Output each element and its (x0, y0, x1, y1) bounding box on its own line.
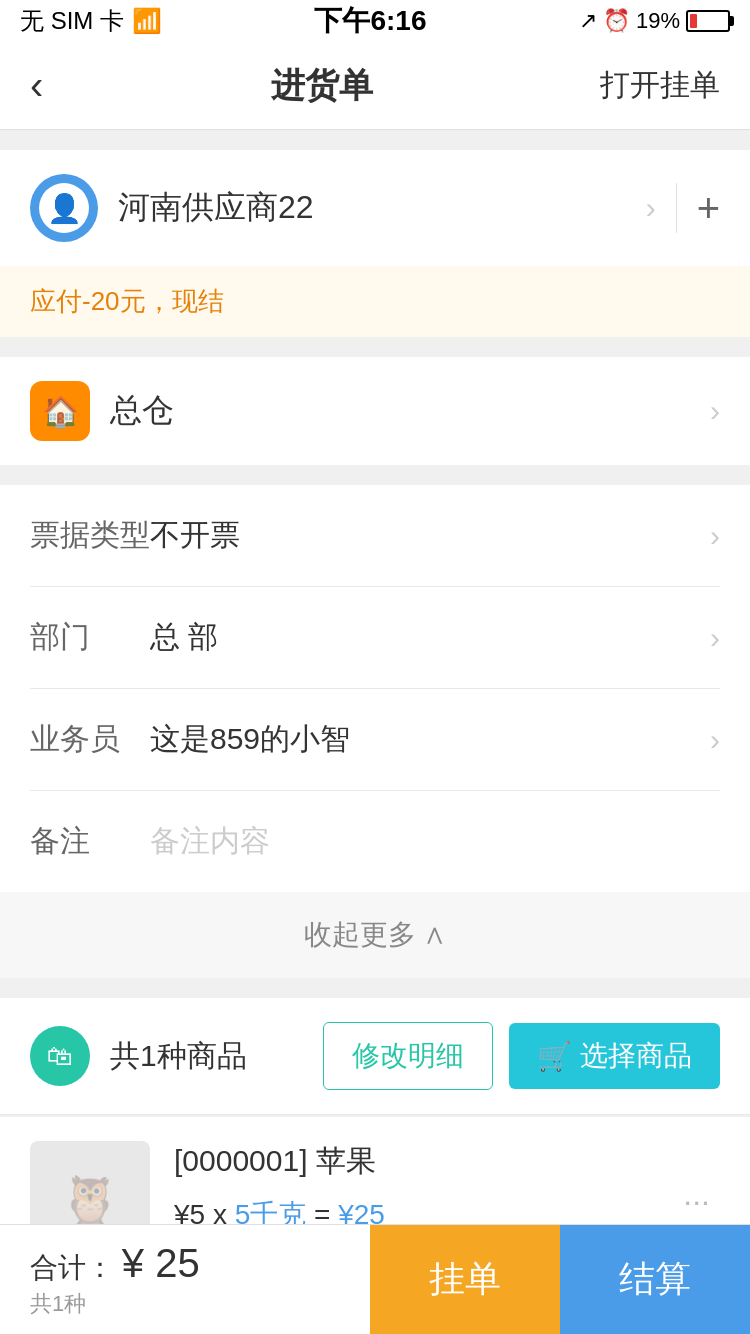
collapse-row[interactable]: 收起更多 ∧ (0, 892, 750, 978)
salesperson-value: 这是859的小智 (150, 719, 710, 760)
product-info: [0000001] 苹果 ¥5 x 5千克 = ¥25 (174, 1141, 673, 1234)
product-section-icon: 🛍 (30, 1026, 90, 1086)
department-chevron-icon: › (710, 621, 720, 655)
select-cart-icon: 🛒 (537, 1040, 572, 1073)
form-row-department[interactable]: 部门 总 部 › (0, 587, 750, 688)
cart-bag-icon: 🛍 (47, 1041, 73, 1072)
product-name: [0000001] 苹果 (174, 1141, 673, 1182)
warehouse-chevron-icon: › (710, 394, 720, 428)
total-amount: ¥ 25 (122, 1241, 200, 1285)
edit-detail-button[interactable]: 修改明细 (323, 1022, 493, 1090)
supplier-name: 河南供应商22 (118, 186, 646, 230)
avatar-icon: 👤 (47, 192, 82, 225)
salesperson-label: 业务员 (30, 719, 150, 760)
page-title: 进货单 (271, 63, 373, 109)
supplier-avatar: 👤 (30, 174, 98, 242)
battery-icon (686, 10, 730, 32)
open-hang-button[interactable]: 打开挂单 (600, 65, 720, 106)
total-section: 合计： ¥ 25 共1种 (0, 1225, 370, 1334)
total-label: 合计： (30, 1252, 114, 1283)
form-row-remark[interactable]: 备注 备注内容 (0, 791, 750, 892)
product-header: 🛍 共1种商品 修改明细 🛒 选择商品 (0, 998, 750, 1114)
checkout-button[interactable]: 结算 (560, 1225, 750, 1334)
back-button[interactable]: ‹ (30, 63, 43, 108)
supplier-chevron-icon: › (646, 191, 656, 225)
wifi-icon: 📶 (132, 7, 162, 35)
add-supplier-button[interactable]: + (697, 186, 720, 231)
salesperson-chevron-icon: › (710, 723, 720, 757)
time-label: 下午6:16 (314, 2, 426, 40)
department-label: 部门 (30, 617, 150, 658)
hang-order-button[interactable]: 挂单 (370, 1225, 560, 1334)
supplier-info-banner: 应付-20元，现结 (0, 266, 750, 337)
department-value: 总 部 (150, 617, 710, 658)
alarm-icon: ⏰ (603, 8, 630, 34)
invoice-label: 票据类型 (30, 515, 150, 556)
invoice-value: 不开票 (150, 515, 710, 556)
select-product-button[interactable]: 🛒 选择商品 (509, 1023, 720, 1089)
remark-label: 备注 (30, 821, 150, 862)
carrier-label: 无 SIM 卡 (20, 5, 124, 37)
warehouse-icon: 🏠 (30, 381, 90, 441)
vertical-divider (676, 183, 677, 233)
bottom-bar: 合计： ¥ 25 共1种 挂单 结算 (0, 1224, 750, 1334)
warehouse-row[interactable]: 🏠 总仓 › (0, 357, 750, 465)
status-bar: 无 SIM 卡 📶 下午6:16 ↗ ⏰ 19% (0, 0, 750, 42)
warehouse-name: 总仓 (110, 389, 710, 433)
location-icon: ↗ (579, 8, 597, 34)
total-row: 合计： ¥ 25 (30, 1241, 340, 1287)
form-section: 票据类型 不开票 › 部门 总 部 › 业务员 这是859的小智 › 备注 备注… (0, 485, 750, 892)
product-logo-icon: 🦉 (60, 1173, 120, 1229)
product-more-button[interactable]: ··· (673, 1173, 720, 1230)
battery-percent: 19% (636, 8, 680, 34)
supplier-section: 👤 河南供应商22 › + 应付-20元，现结 (0, 150, 750, 337)
status-right: ↗ ⏰ 19% (579, 8, 730, 34)
nav-bar: ‹ 进货单 打开挂单 (0, 42, 750, 130)
form-row-invoice[interactable]: 票据类型 不开票 › (0, 485, 750, 586)
total-count: 共1种 (30, 1289, 340, 1319)
form-row-salesperson[interactable]: 业务员 这是859的小智 › (0, 689, 750, 790)
status-left: 无 SIM 卡 📶 (20, 5, 162, 37)
product-count-label: 共1种商品 (110, 1036, 323, 1077)
collapse-label: 收起更多 ∧ (304, 919, 447, 950)
remark-input[interactable]: 备注内容 (150, 821, 720, 862)
invoice-chevron-icon: › (710, 519, 720, 553)
warehouse-section: 🏠 总仓 › (0, 357, 750, 465)
supplier-row[interactable]: 👤 河南供应商22 › + (0, 150, 750, 266)
